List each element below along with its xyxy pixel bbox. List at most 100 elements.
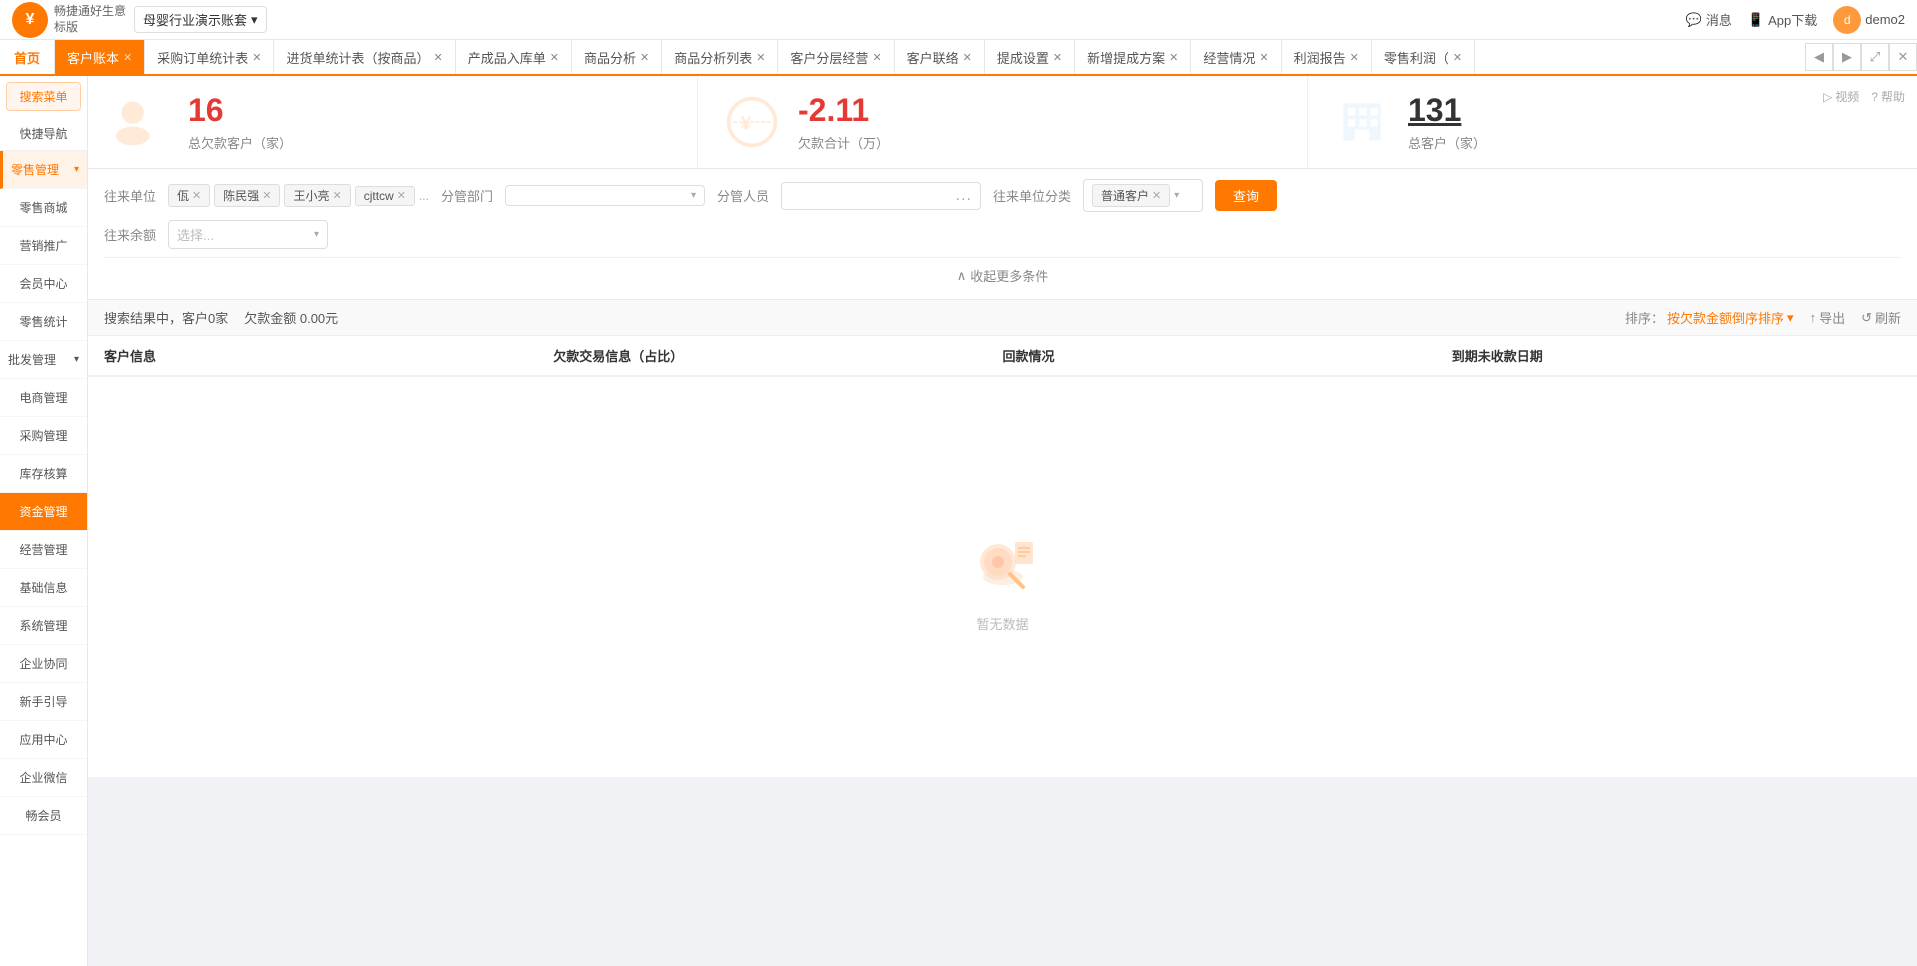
top-right-links: ▷ 视频 ? 帮助 bbox=[1823, 88, 1905, 105]
nav-maximize-button[interactable]: ⤢ bbox=[1861, 43, 1889, 71]
sidebar-item-retail-mgmt[interactable]: 零售管理 ▾ bbox=[0, 151, 87, 189]
close-icon[interactable]: ✕ bbox=[550, 51, 559, 64]
filter-more-tags[interactable]: ... bbox=[419, 189, 429, 203]
dept-select[interactable]: ▾ bbox=[505, 185, 705, 206]
result-count: 搜索结果中，客户0家 bbox=[104, 308, 228, 327]
collapse-row: ∧ 收起更多条件 bbox=[104, 257, 1901, 289]
close-icon[interactable]: ✕ bbox=[123, 51, 132, 64]
sidebar-item-wholesale-mgmt[interactable]: 批发管理 ▾ bbox=[0, 341, 87, 379]
building-icon bbox=[1332, 92, 1392, 152]
tag-remove-0[interactable]: ✕ bbox=[192, 189, 201, 202]
quick-nav-button[interactable]: 快捷导航 bbox=[0, 117, 87, 151]
search-menu-button[interactable]: 搜索菜单 bbox=[6, 82, 81, 111]
sidebar-item-purchase-mgmt[interactable]: 采购管理 bbox=[0, 417, 87, 455]
collapse-button[interactable]: ∧ 收起更多条件 bbox=[941, 262, 1065, 289]
tab-retail-profit[interactable]: 零售利润（ ✕ bbox=[1372, 40, 1475, 75]
close-icon[interactable]: ✕ bbox=[1259, 51, 1268, 64]
tab-profit-report[interactable]: 利润报告 ✕ bbox=[1282, 40, 1372, 75]
tab-customer-contact[interactable]: 客户联络 ✕ bbox=[895, 40, 985, 75]
sidebar-item-retail-stats[interactable]: 零售统计 bbox=[0, 303, 87, 341]
close-icon[interactable]: ✕ bbox=[1169, 51, 1178, 64]
messages-button[interactable]: 💬 消息 bbox=[1686, 10, 1732, 29]
close-icon[interactable]: ✕ bbox=[1453, 51, 1462, 64]
tag-remove-1[interactable]: ✕ bbox=[262, 189, 271, 202]
avatar: d bbox=[1833, 6, 1861, 34]
tab-home[interactable]: 首页 bbox=[0, 40, 55, 75]
tab-add-commission-plan[interactable]: 新增提成方案 ✕ bbox=[1075, 40, 1191, 75]
tab-commission-settings[interactable]: 提成设置 ✕ bbox=[985, 40, 1075, 75]
result-bar-left: 搜索结果中，客户0家 欠款金额 0.00元 bbox=[104, 308, 338, 327]
sidebar-item-member-center[interactable]: 会员中心 bbox=[0, 265, 87, 303]
tab-customer-layered[interactable]: 客户分层经营 ✕ bbox=[778, 40, 894, 75]
sidebar-item-app-center[interactable]: 应用中心 bbox=[0, 721, 87, 759]
close-icon[interactable]: ✕ bbox=[756, 51, 765, 64]
sidebar-item-finance[interactable]: 资金管理 bbox=[0, 493, 87, 531]
sidebar-item-marketing[interactable]: 营销推广 bbox=[0, 227, 87, 265]
top-bar-left: ¥ 畅捷通好生意 标版 母婴行业演示账套 ▾ bbox=[12, 2, 267, 38]
tab-operation-status[interactable]: 经营情况 ✕ bbox=[1191, 40, 1281, 75]
close-icon[interactable]: ✕ bbox=[1350, 51, 1359, 64]
refresh-button[interactable]: ↺ 刷新 bbox=[1861, 308, 1901, 327]
nav-prev-button[interactable]: ◀ bbox=[1805, 43, 1833, 71]
sidebar-item-member[interactable]: 畅会员 bbox=[0, 797, 87, 835]
filter-tag-1: 陈民强 ✕ bbox=[214, 184, 280, 207]
query-button[interactable]: 查询 bbox=[1215, 180, 1277, 211]
stat-value-customers: 16 bbox=[188, 92, 292, 129]
sidebar-item-operation[interactable]: 经营管理 bbox=[0, 531, 87, 569]
close-icon[interactable]: ✕ bbox=[252, 51, 261, 64]
person-filter-label: 分管人员 bbox=[717, 186, 769, 205]
sidebar-item-basic-info[interactable]: 基础信息 bbox=[0, 569, 87, 607]
unit-class-tag-remove[interactable]: ✕ bbox=[1152, 189, 1161, 202]
empty-text: 暂无数据 bbox=[963, 614, 1043, 633]
dept-filter-label: 分管部门 bbox=[441, 186, 493, 205]
video-link[interactable]: ▷ 视频 bbox=[1823, 88, 1859, 105]
empty-icon bbox=[963, 522, 1043, 602]
sidebar-item-onboarding[interactable]: 新手引导 bbox=[0, 683, 87, 721]
sidebar-item-enterprise-collab[interactable]: 企业协同 bbox=[0, 645, 87, 683]
filter-bar: 往来单位 佤 ✕ 陈民强 ✕ 王小亮 ✕ cjttcw bbox=[88, 169, 1917, 300]
col-repayment: 回款情况 bbox=[1003, 346, 1452, 365]
demo-selector[interactable]: 母婴行业演示账套 ▾ bbox=[134, 6, 267, 33]
user-menu[interactable]: d demo2 bbox=[1833, 6, 1905, 34]
app-download-button[interactable]: 📱 App下载 bbox=[1748, 10, 1817, 29]
close-icon[interactable]: ✕ bbox=[872, 51, 881, 64]
help-link[interactable]: ? 帮助 bbox=[1871, 88, 1905, 105]
stat-label-amount: 欠款合计（万） bbox=[798, 133, 889, 152]
nav-next-button[interactable]: ▶ bbox=[1833, 43, 1861, 71]
sort-button[interactable]: 按欠款金额倒序排序 bbox=[1667, 308, 1784, 327]
export-button[interactable]: ↑ 导出 bbox=[1810, 308, 1846, 327]
tab-customer-account[interactable]: 客户账本 ✕ bbox=[55, 40, 145, 75]
close-icon[interactable]: ✕ bbox=[640, 51, 649, 64]
sidebar-item-retail-mall[interactable]: 零售商城 bbox=[0, 189, 87, 227]
filter-tag-2: 王小亮 ✕ bbox=[284, 184, 350, 207]
tag-remove-2[interactable]: ✕ bbox=[333, 189, 342, 202]
sidebar-item-inventory[interactable]: 库存核算 bbox=[0, 455, 87, 493]
person-dots[interactable]: ... bbox=[956, 187, 972, 205]
tab-purchase-stats-by-product[interactable]: 进货单统计表（按商品） ✕ bbox=[274, 40, 455, 75]
tag-remove-3[interactable]: ✕ bbox=[397, 189, 406, 202]
customers-icon bbox=[112, 92, 172, 152]
sidebar-item-system[interactable]: 系统管理 bbox=[0, 607, 87, 645]
result-bar-right: 排序： 按欠款金额倒序排序 ▾ ↑ 导出 ↺ 刷新 bbox=[1625, 308, 1901, 327]
data-table: 客户信息 欠款交易信息（占比） 回款情况 到期未收款日期 bbox=[88, 336, 1917, 777]
sidebar-item-ecommerce[interactable]: 电商管理 bbox=[0, 379, 87, 417]
close-icon[interactable]: ✕ bbox=[434, 51, 443, 64]
stat-label-customers: 总欠款客户（家） bbox=[188, 133, 292, 152]
content-area: 16 总欠款客户（家） ¥ -2.11 欠款合计（万） bbox=[88, 76, 1917, 966]
tab-product-analysis[interactable]: 商品分析 ✕ bbox=[572, 40, 662, 75]
col-debt-info: 欠款交易信息（占比） bbox=[553, 346, 1002, 365]
tab-purchase-order-stats[interactable]: 采购订单统计表 ✕ bbox=[145, 40, 274, 75]
close-icon[interactable]: ✕ bbox=[1053, 51, 1062, 64]
collapse-icon: ∧ bbox=[957, 268, 967, 284]
unit-class-select[interactable]: 普通客户 ✕ ▾ bbox=[1083, 179, 1203, 212]
tab-product-analysis-list[interactable]: 商品分析列表 ✕ bbox=[662, 40, 778, 75]
person-select[interactable]: ... bbox=[781, 182, 981, 210]
stat-value-amount: -2.11 bbox=[798, 92, 889, 129]
tab-product-warehousing[interactable]: 产成品入库单 ✕ bbox=[456, 40, 572, 75]
balance-select[interactable]: 选择... ▾ bbox=[168, 220, 328, 249]
sort-chevron-icon: ▾ bbox=[1787, 310, 1794, 326]
nav-close-all-button[interactable]: ✕ bbox=[1889, 43, 1917, 71]
stat-body-total: 131 总客户（家） bbox=[1408, 92, 1486, 152]
close-icon[interactable]: ✕ bbox=[963, 51, 972, 64]
sidebar-item-wechat[interactable]: 企业微信 bbox=[0, 759, 87, 797]
